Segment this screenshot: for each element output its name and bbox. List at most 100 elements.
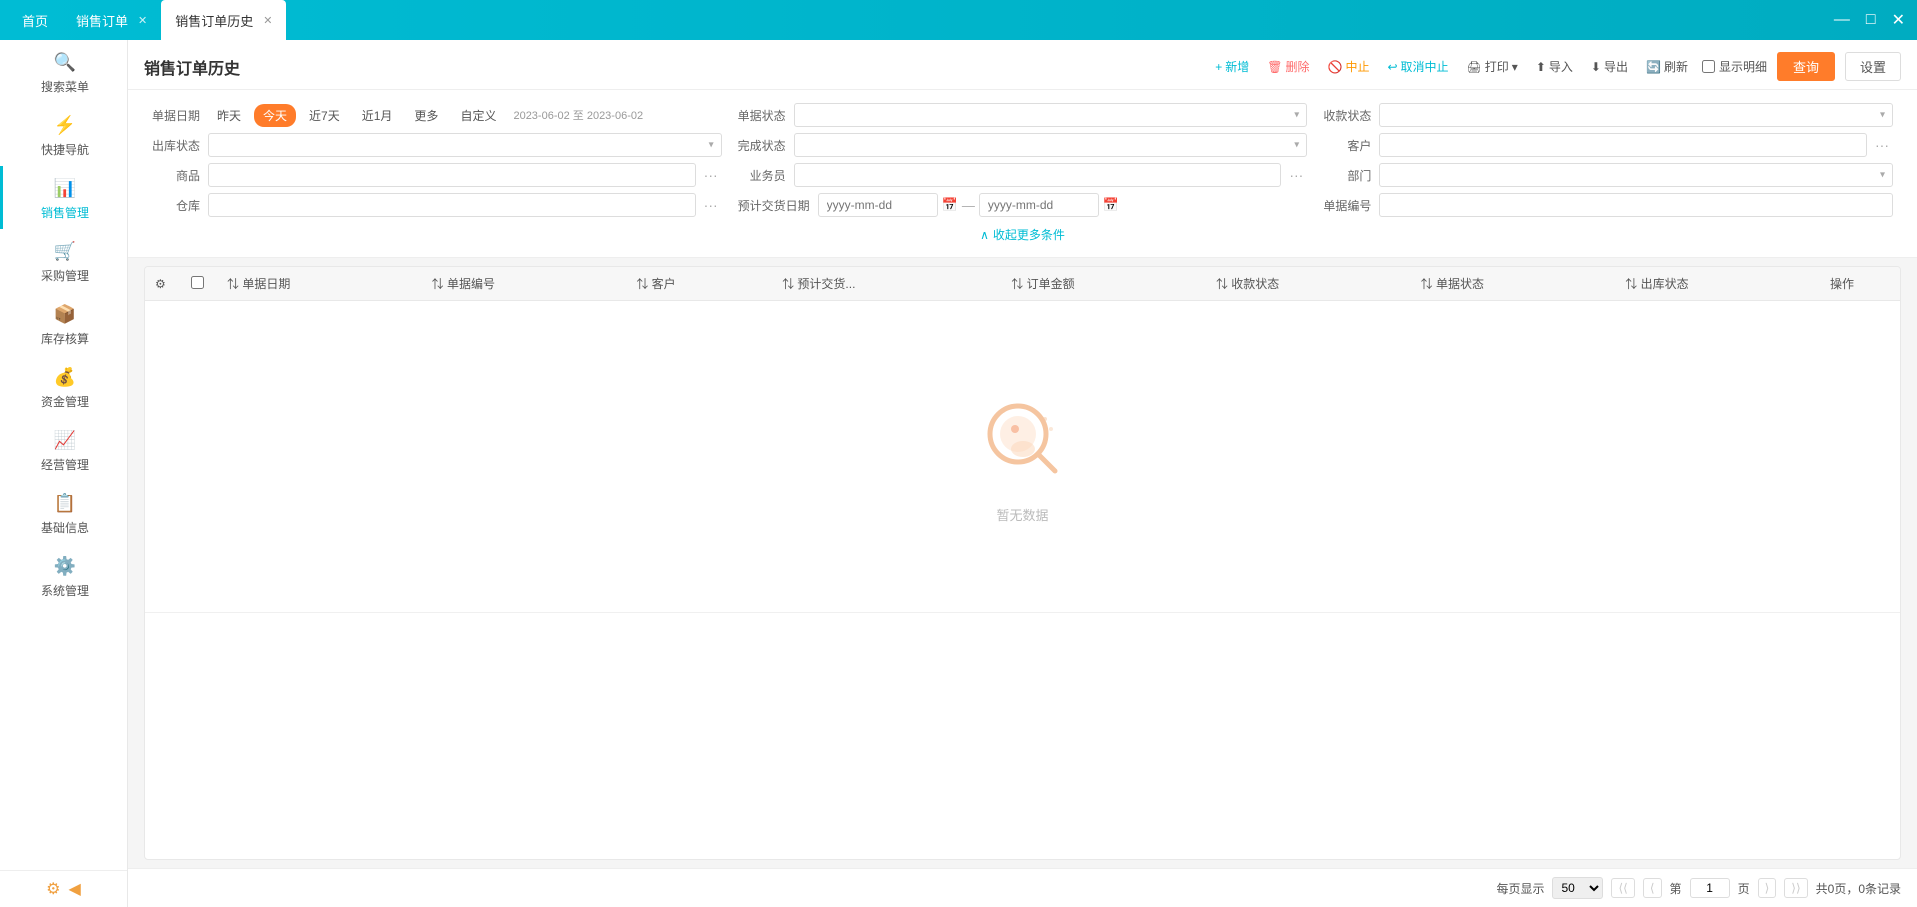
query-button[interactable]: 查询: [1777, 52, 1835, 81]
page-number-input[interactable]: [1690, 878, 1730, 898]
tab-sales-order-history-close[interactable]: ✕: [263, 14, 272, 27]
refresh-button[interactable]: 🔄 刷新: [1642, 56, 1692, 77]
search-menu-icon: 🔍: [53, 50, 77, 74]
tab-sales-order[interactable]: 销售订单 ✕: [62, 0, 161, 40]
goods-more-icon[interactable]: ···: [700, 167, 722, 183]
order-status-select[interactable]: [794, 103, 1308, 127]
sidebar-item-system[interactable]: ⚙️ 系统管理: [0, 544, 127, 607]
date-range-tabs: 昨天 今天 近7天 近1月 更多 自定义: [208, 104, 505, 127]
expected-date-control: 📅 — 📅: [818, 193, 1308, 217]
sidebar-item-quick-nav[interactable]: ⚡ 快捷导航: [0, 103, 127, 166]
th-outbound-status[interactable]: ⇅ 出库状态: [1615, 267, 1820, 301]
date-tab-custom[interactable]: 自定义: [451, 104, 505, 127]
date-calendar-icon-2[interactable]: 📅: [1103, 197, 1119, 213]
main-layout: 🔍 搜索菜单 ⚡ 快捷导航 📊 销售管理 🛒 采购管理 📦 库存核算 💰 资金管…: [0, 40, 1917, 907]
customer-more-icon[interactable]: ···: [1871, 137, 1893, 153]
th-expected-delivery[interactable]: ⇅ 预计交货...: [772, 267, 1001, 301]
page-prev-button[interactable]: ⟨: [1643, 878, 1662, 898]
print-icon: 🖨: [1467, 60, 1482, 74]
complete-status-select[interactable]: [794, 133, 1308, 157]
sidebar-collapse-button[interactable]: ◀: [69, 879, 81, 899]
stop-button[interactable]: 🚫 中止: [1324, 56, 1374, 77]
sidebar-item-search-label: 搜索菜单: [41, 78, 89, 95]
sidebar-item-basic-info[interactable]: 📋 基础信息: [0, 481, 127, 544]
th-order-amount[interactable]: ⇅ 订单金额: [1001, 267, 1206, 301]
filter-cell-complete: 完成状态: [730, 130, 1316, 160]
sidebar-item-operations[interactable]: 📈 经营管理: [0, 418, 127, 481]
date-tab-today[interactable]: 今天: [254, 104, 296, 127]
goods-label: 商品: [152, 167, 208, 184]
top-maximize-button[interactable]: □: [1862, 7, 1880, 33]
tab-sales-order-history[interactable]: 销售订单历史 ✕: [161, 0, 286, 40]
top-close-button[interactable]: ✕: [1888, 6, 1909, 34]
export-button[interactable]: ⬇ 导出: [1587, 56, 1632, 77]
settings-button[interactable]: 设置: [1845, 52, 1901, 81]
date-tab-more[interactable]: 更多: [405, 104, 447, 127]
page-last-button[interactable]: ⟩⟩: [1784, 878, 1807, 898]
page-size-label: 每页显示: [1496, 880, 1544, 897]
page-number-label: 第: [1670, 880, 1682, 897]
import-button[interactable]: ⬆ 导入: [1532, 56, 1577, 77]
goods-input[interactable]: [208, 163, 696, 187]
date-tab-1month[interactable]: 近1月: [353, 104, 402, 127]
page-size-select[interactable]: 20 50 100 200: [1552, 877, 1603, 899]
sidebar-item-inventory[interactable]: 📦 库存核算: [0, 292, 127, 355]
warehouse-input[interactable]: [208, 193, 696, 217]
collapse-label: 收起更多条件: [993, 226, 1065, 243]
top-minimize-button[interactable]: —: [1830, 7, 1854, 33]
order-no-input[interactable]: [1379, 193, 1893, 217]
order-no-control: [1379, 193, 1893, 217]
tab-sales-order-close[interactable]: ✕: [138, 14, 147, 27]
salesperson-more-icon[interactable]: ···: [1285, 167, 1307, 183]
th-order-no[interactable]: ⇅ 单据编号: [422, 267, 627, 301]
cancel-stop-button[interactable]: ↩ 取消中止: [1383, 56, 1452, 77]
page-first-button[interactable]: ⟨⟨: [1611, 878, 1634, 898]
customer-input[interactable]: [1379, 133, 1867, 157]
order-status-select-wrapper: [794, 103, 1308, 127]
sidebar-item-search[interactable]: 🔍 搜索菜单: [0, 40, 127, 103]
dept-select[interactable]: [1379, 163, 1893, 187]
sidebar-item-finance[interactable]: 💰 资金管理: [0, 355, 127, 418]
order-status-label: 单据状态: [738, 107, 794, 124]
customer-control: ···: [1379, 133, 1893, 157]
th-customer[interactable]: ⇅ 客户: [626, 267, 772, 301]
print-button[interactable]: 🖨 打印 ▾: [1463, 56, 1522, 77]
th-order-status[interactable]: ⇅ 单据状态: [1411, 267, 1616, 301]
sales-icon: 📊: [53, 176, 77, 200]
salesperson-input[interactable]: [794, 163, 1282, 187]
empty-state-row: 暂无数据: [145, 301, 1900, 613]
page-next-button[interactable]: ⟩: [1758, 878, 1777, 898]
delete-button[interactable]: 🗑 删除: [1263, 56, 1313, 77]
show-detail-checkbox[interactable]: [1702, 60, 1715, 73]
add-button[interactable]: + 新增: [1211, 56, 1253, 77]
cancel-stop-label: 取消中止: [1401, 58, 1449, 75]
outbound-status-select[interactable]: [208, 133, 722, 157]
tab-home-label: 首页: [22, 11, 48, 30]
date-tab-7days[interactable]: 近7天: [300, 104, 349, 127]
sidebar-item-purchase[interactable]: 🛒 采购管理: [0, 229, 127, 292]
sidebar-item-sales[interactable]: 📊 销售管理: [0, 166, 127, 229]
export-label: 导出: [1604, 58, 1628, 75]
complete-status-label: 完成状态: [738, 137, 794, 154]
collapse-row[interactable]: ∧ 收起更多条件: [144, 222, 1901, 247]
warehouse-control: ···: [208, 193, 722, 217]
filter-area: 单据日期 昨天 今天 近7天 近1月 更多 自定义 2023-06-02 至 2…: [128, 90, 1917, 258]
tab-home[interactable]: 首页: [8, 0, 62, 40]
date-tab-yesterday[interactable]: 昨天: [208, 104, 250, 127]
date-calendar-icon-1[interactable]: 📅: [942, 197, 958, 213]
payment-status-select[interactable]: [1379, 103, 1893, 127]
import-label: 导入: [1549, 58, 1573, 75]
th-settings[interactable]: ⚙: [145, 267, 181, 301]
th-payment-status[interactable]: ⇅ 收款状态: [1206, 267, 1411, 301]
th-date[interactable]: ⇅ 单据日期: [217, 267, 422, 301]
show-detail-label[interactable]: 显示明细: [1702, 58, 1767, 75]
expected-date-from[interactable]: [818, 193, 938, 217]
date-dash: —: [962, 198, 975, 213]
sidebar-settings-button[interactable]: ⚙: [46, 879, 60, 899]
warehouse-more-icon[interactable]: ···: [700, 197, 722, 213]
filter-cell-outbound: 出库状态: [144, 130, 730, 160]
expected-date-to[interactable]: [979, 193, 1099, 217]
select-all-checkbox[interactable]: [191, 276, 204, 289]
quick-nav-icon: ⚡: [53, 113, 77, 137]
table-body: 暂无数据: [145, 301, 1900, 613]
